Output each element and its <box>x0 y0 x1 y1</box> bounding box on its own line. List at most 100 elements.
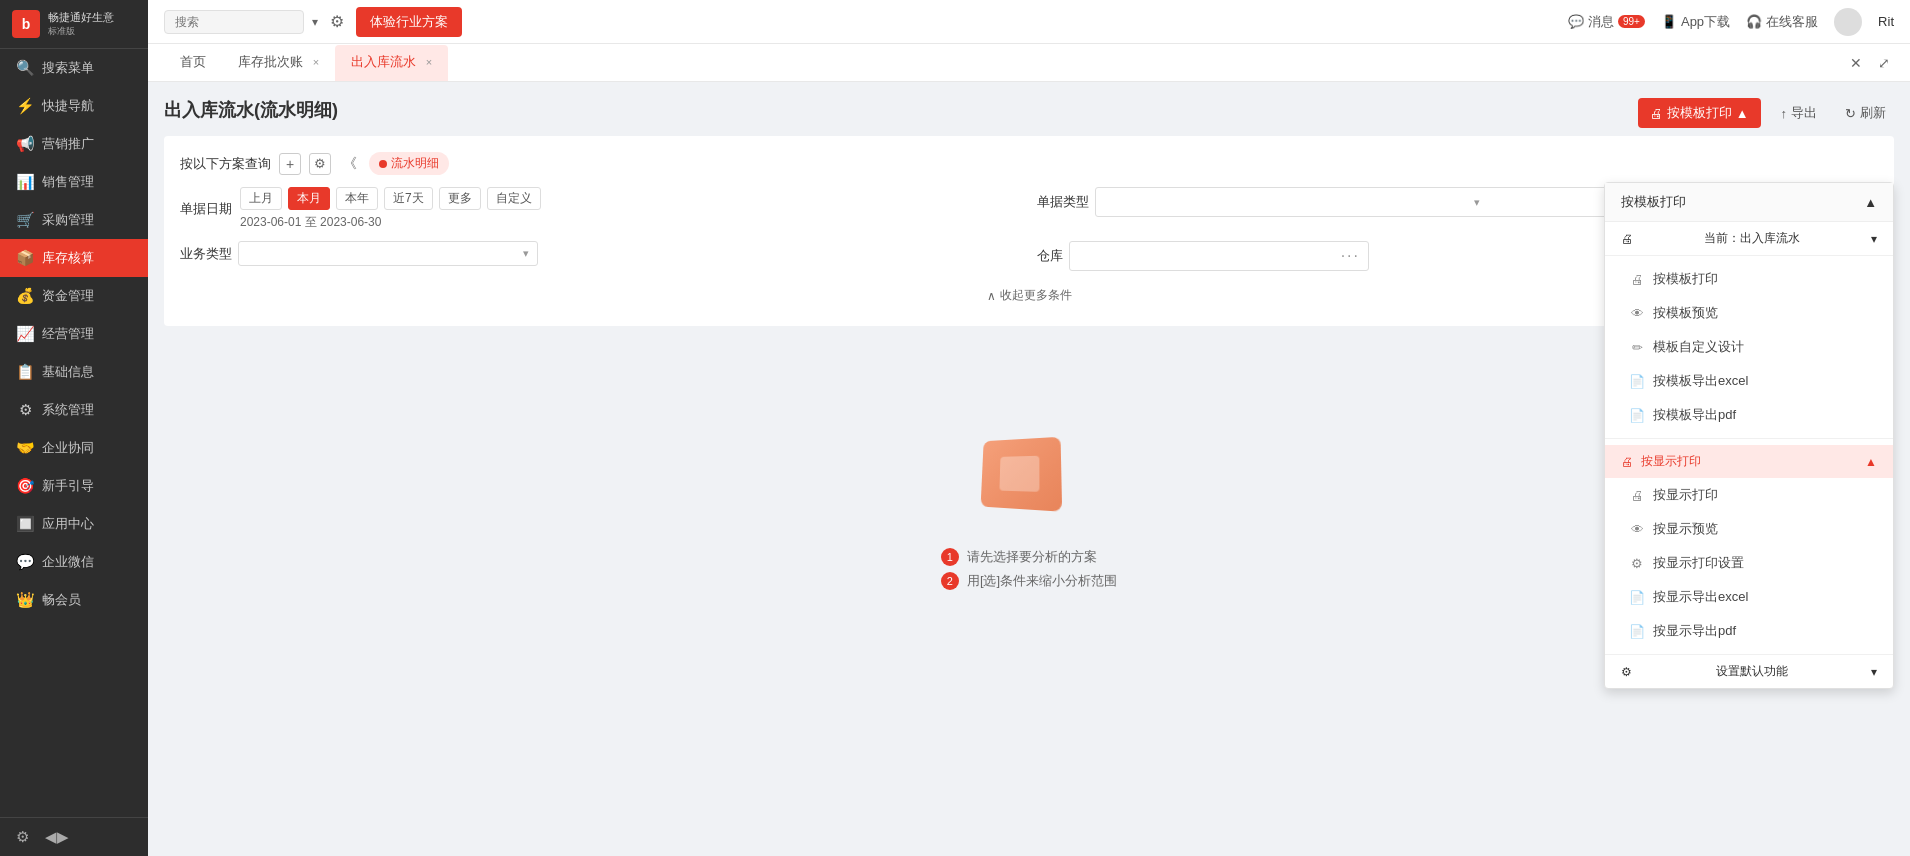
empty-hint-1: 1 请先选择要分析的方案 <box>941 548 1097 566</box>
business-type-label: 业务类型 <box>180 245 232 263</box>
trial-button[interactable]: 体验行业方案 <box>356 7 462 37</box>
filter-tag-dot <box>379 160 387 168</box>
dropdown-display-print-settings[interactable]: ⚙ 按显示打印设置 <box>1605 546 1893 580</box>
dropdown-display-pdf[interactable]: 📄 按显示导出pdf <box>1605 614 1893 648</box>
date-last7[interactable]: 近7天 <box>384 187 433 210</box>
sidebar-logo: b 畅捷通好生意 标准版 <box>0 0 148 49</box>
sidebar-item-quick-nav[interactable]: ⚡快捷导航 <box>0 87 148 125</box>
template-custom-label: 模板自定义设计 <box>1653 338 1744 356</box>
sidebar-item-guide[interactable]: 🎯新手引导 <box>0 467 148 505</box>
filter-tag-label: 流水明细 <box>391 155 439 172</box>
wechat-icon: 💬 <box>16 553 34 571</box>
date-custom[interactable]: 自定义 <box>487 187 541 210</box>
print-label: 按模板打印 <box>1667 104 1732 122</box>
sidebar-item-label: 销售管理 <box>42 173 94 191</box>
purchase-icon: 🛒 <box>16 211 34 229</box>
default-function-section[interactable]: ⚙ 设置默认功能 ▾ <box>1605 655 1893 688</box>
collapse-icon[interactable]: ◀▶ <box>45 828 69 846</box>
refresh-button[interactable]: ↻ 刷新 <box>1837 100 1894 126</box>
sidebar-item-marketing[interactable]: 📢营销推广 <box>0 125 148 163</box>
tab-flow-close[interactable]: × <box>426 56 432 68</box>
template-preview-icon: 👁 <box>1629 305 1645 321</box>
message-icon: 💬 <box>1568 14 1584 29</box>
phone-icon: 📱 <box>1661 14 1677 29</box>
sidebar-item-purchase[interactable]: 🛒采购管理 <box>0 201 148 239</box>
sidebar-item-enterprise[interactable]: 🤝企业协同 <box>0 429 148 467</box>
filter-add-button[interactable]: + <box>279 153 301 175</box>
display-pdf-label: 按显示导出pdf <box>1653 622 1736 640</box>
template-pdf-label: 按模板导出pdf <box>1653 406 1736 424</box>
quick-nav-icon: ⚡ <box>16 97 34 115</box>
inventory-icon: 📦 <box>16 249 34 267</box>
business-type-select[interactable]: ▾ <box>238 241 538 266</box>
hint-label-1: 请先选择要分析的方案 <box>967 548 1097 566</box>
sidebar-item-operation[interactable]: 📈经营管理 <box>0 315 148 353</box>
sidebar-item-label: 畅会员 <box>42 591 81 609</box>
message-button[interactable]: 💬 消息 99+ <box>1568 13 1645 31</box>
settings-icon[interactable]: ⚙ <box>16 828 29 846</box>
sidebar-item-label: 企业微信 <box>42 553 94 571</box>
tab-flow[interactable]: 出入库流水 × <box>335 45 448 81</box>
tab-batch[interactable]: 库存批次账 × <box>222 45 335 81</box>
empty-icon-shape <box>981 437 1063 512</box>
sidebar-item-search-menu[interactable]: 🔍搜索菜单 <box>0 49 148 87</box>
sidebar-item-system[interactable]: ⚙系统管理 <box>0 391 148 429</box>
main-area: ▾ ⚙ 体验行业方案 💬 消息 99+ 📱 App下载 🎧 在线客服 Rit 首… <box>148 0 1910 856</box>
sidebar-item-base-info[interactable]: 📋基础信息 <box>0 353 148 391</box>
window-maximize-btn[interactable]: ⤢ <box>1874 53 1894 73</box>
topbar-dropdown-arrow[interactable]: ▾ <box>312 15 318 29</box>
logo-icon: b <box>12 10 40 38</box>
topbar-gear-icon[interactable]: ⚙ <box>330 12 344 31</box>
dropdown-panel: 按模板打印 ▲ 🖨 当前：出入库流水 ▾ 🖨 按模板打印 👁 按模板预览 <box>1604 182 1894 689</box>
date-last-month[interactable]: 上月 <box>240 187 282 210</box>
dropdown-template-excel[interactable]: 📄 按模板导出excel <box>1605 364 1893 398</box>
print-icon: 🖨 <box>1650 106 1663 121</box>
tab-home[interactable]: 首页 <box>164 45 222 81</box>
sidebar-item-wechat[interactable]: 💬 企业微信 <box>0 543 148 581</box>
display-print-section-header[interactable]: 🖨 按显示打印 ▲ <box>1605 445 1893 478</box>
filter-active-tag[interactable]: 流水明细 <box>369 152 449 175</box>
sidebar-nav: 🔍搜索菜单⚡快捷导航📢营销推广📊销售管理🛒采购管理📦库存核算💰资金管理📈经营管理… <box>0 49 148 817</box>
hint-num-2: 2 <box>941 572 959 590</box>
date-current-month[interactable]: 本月 <box>288 187 330 210</box>
filter-settings-button[interactable]: ⚙ <box>309 153 331 175</box>
display-pdf-icon: 📄 <box>1629 623 1645 639</box>
empty-hint-2: 2 用[选]条件来缩小分析范围 <box>941 572 1117 590</box>
default-func-icon: ⚙ <box>1621 665 1632 679</box>
dropdown-template-preview[interactable]: 👁 按模板预览 <box>1605 296 1893 330</box>
dropdown-template-custom[interactable]: ✏ 模板自定义设计 <box>1605 330 1893 364</box>
dropdown-template-print[interactable]: 🖨 按模板打印 <box>1605 262 1893 296</box>
tab-home-label: 首页 <box>180 54 206 69</box>
date-current-year[interactable]: 本年 <box>336 187 378 210</box>
headset-icon: 🎧 <box>1746 14 1762 29</box>
sidebar-item-sales[interactable]: 📊销售管理 <box>0 163 148 201</box>
tabbar: 首页 库存批次账 × 出入库流水 × ✕ ⤢ <box>148 44 1910 82</box>
print-template-button[interactable]: 🖨 按模板打印 ▲ <box>1638 98 1761 128</box>
dropdown-template-pdf[interactable]: 📄 按模板导出pdf <box>1605 398 1893 432</box>
dropdown-display-preview[interactable]: 👁 按显示预览 <box>1605 512 1893 546</box>
display-print-settings-icon: ⚙ <box>1629 555 1645 571</box>
doc-type-label: 单据类型 <box>1037 193 1089 211</box>
export-button[interactable]: ↑ 导出 <box>1773 100 1826 126</box>
sidebar-item-finance[interactable]: 💰资金管理 <box>0 277 148 315</box>
tab-batch-close[interactable]: × <box>313 56 319 68</box>
sidebar-item-inventory[interactable]: 📦库存核算 <box>0 239 148 277</box>
sidebar-item-app-center[interactable]: 🔲应用中心 <box>0 505 148 543</box>
page-title: 出入库流水(流水明细) <box>164 98 1894 122</box>
display-print-label: 按显示打印 <box>1653 486 1718 504</box>
date-more[interactable]: 更多 <box>439 187 481 210</box>
filter-label: 按以下方案查询 <box>180 155 271 173</box>
app-download-button[interactable]: 📱 App下载 <box>1661 13 1730 31</box>
dropdown-display-print[interactable]: 🖨 按显示打印 <box>1605 478 1893 512</box>
warehouse-more: ··· <box>1341 247 1360 265</box>
hint-label-2: 用[选]条件来缩小分析范围 <box>967 572 1117 590</box>
online-service-button[interactable]: 🎧 在线客服 <box>1746 13 1818 31</box>
avatar[interactable] <box>1834 8 1862 36</box>
topbar-search-input[interactable] <box>164 10 304 34</box>
sidebar-item-member[interactable]: 👑畅会员 <box>0 581 148 619</box>
filter-collapse-button[interactable]: 《 <box>339 153 361 175</box>
collapse-label: 收起更多条件 <box>1000 287 1072 304</box>
window-close-btn[interactable]: ✕ <box>1846 53 1866 73</box>
warehouse-select[interactable]: ··· <box>1069 241 1369 271</box>
dropdown-display-excel[interactable]: 📄 按显示导出excel <box>1605 580 1893 614</box>
